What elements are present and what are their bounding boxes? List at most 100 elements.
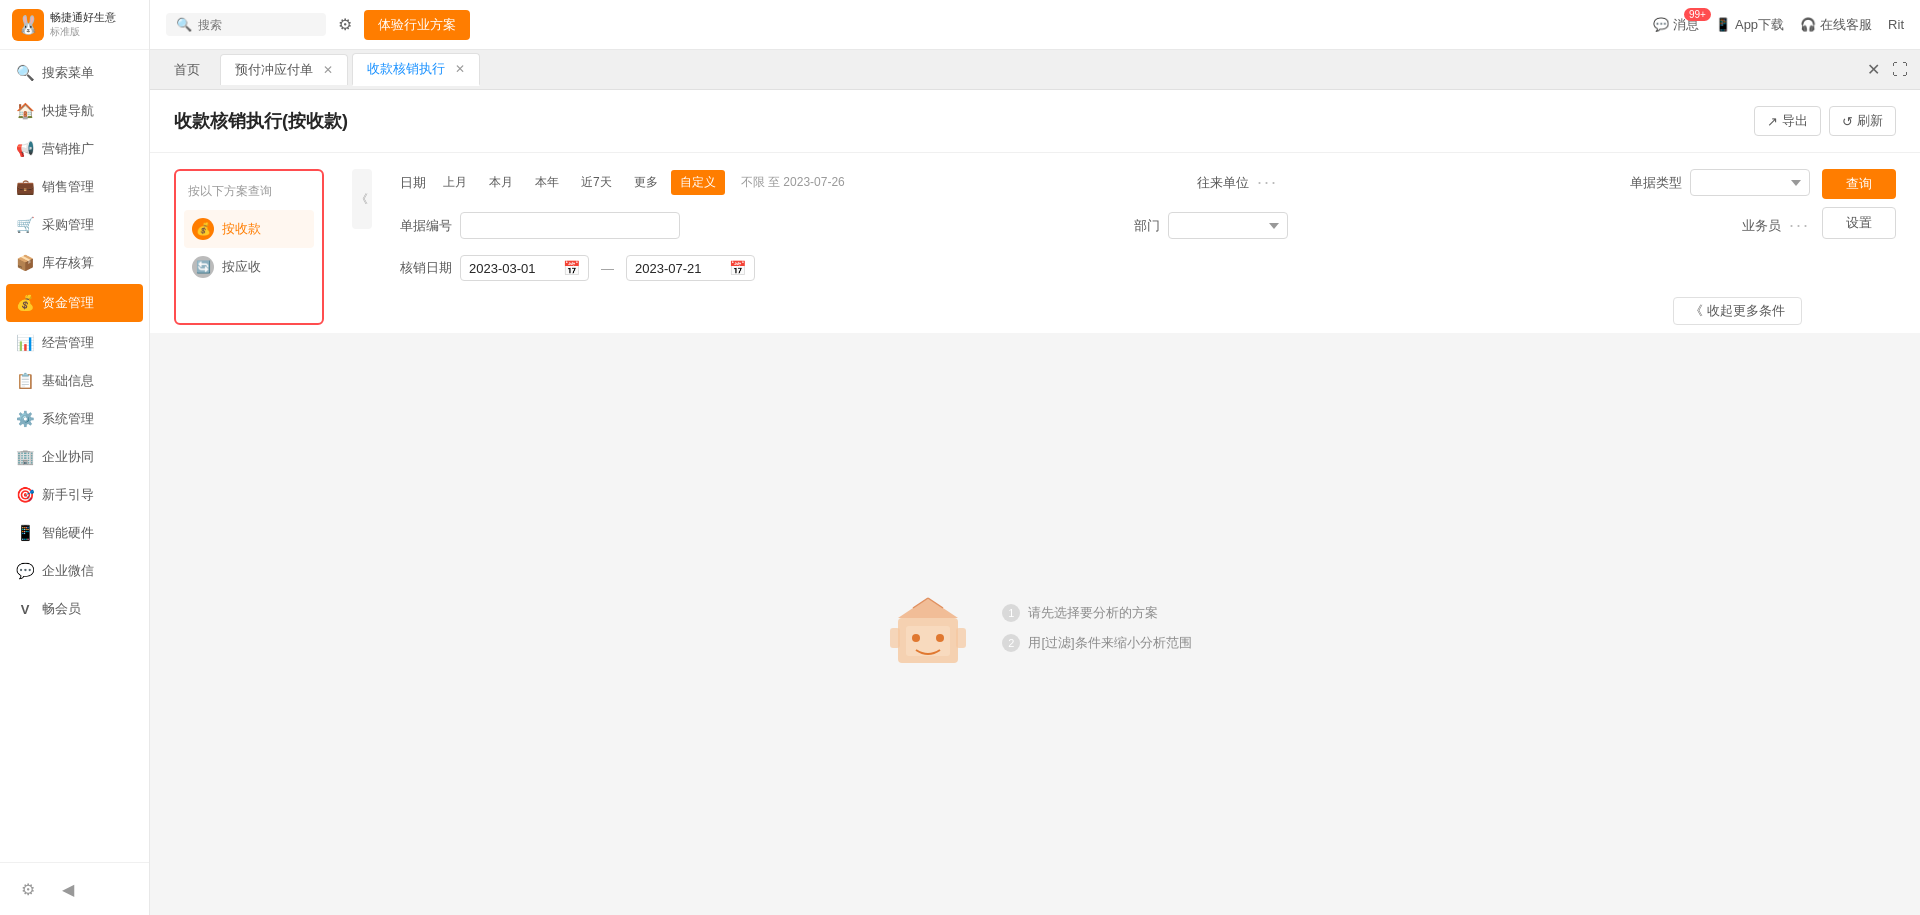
empty-text-block: 1 请先选择要分析的方案 2 用[过滤]条件来缩小分析范围	[1002, 604, 1191, 652]
user-name: Rit	[1888, 17, 1904, 32]
writeoff-date-end-calendar-icon[interactable]: 📅	[729, 260, 746, 276]
receivable-icon: 🔄	[192, 256, 214, 278]
refresh-button[interactable]: ↺ 刷新	[1829, 106, 1896, 136]
app-logo-icon: 🐰	[12, 9, 44, 41]
system-icon: ⚙️	[16, 410, 34, 428]
sidebar-collapse-button[interactable]: ◀	[52, 873, 84, 905]
main-area: 🔍 ⚙ 体验行业方案 💬 消息 99+ 📱 App下载 🎧 在线客服 Rit 首…	[150, 0, 1920, 915]
sidebar-item-sales[interactable]: 💼 销售管理	[0, 168, 149, 206]
purchase-icon: 🛒	[16, 216, 34, 234]
page-header-actions: ↗ 导出 ↺ 刷新	[1754, 106, 1896, 152]
sidebar: 🐰 畅捷通好生意 标准版 🔍 搜索菜单 🏠 快捷导航 📢 营销推广 💼 销售管理…	[0, 0, 150, 915]
sidebar-item-quick-nav[interactable]: 🏠 快捷导航	[0, 92, 149, 130]
topbar-search-input[interactable]	[198, 18, 298, 32]
tab-home[interactable]: 首页	[158, 55, 216, 85]
topbar-search-icon: 🔍	[176, 17, 192, 32]
filter-staff-field: 业务员 ···	[1742, 215, 1810, 236]
sidebar-item-finance[interactable]: 💰 资金管理	[6, 284, 143, 322]
sidebar-item-system[interactable]: ⚙️ 系统管理	[0, 400, 149, 438]
counterparty-dotdot: ···	[1257, 172, 1278, 193]
export-icon: ↗	[1767, 114, 1778, 129]
page-content: 收款核销执行(按收款) ↗ 导出 ↺ 刷新 按以下方案查询 💰 按收款	[150, 90, 1920, 915]
filter-sidebar-title: 按以下方案查询	[184, 183, 314, 200]
topbar-search-wrap: 🔍	[166, 13, 326, 36]
doc-no-input[interactable]	[460, 212, 680, 239]
filter-option-by-receivable[interactable]: 🔄 按应收	[184, 248, 314, 286]
collapse-more-button[interactable]: 《 收起更多条件	[1673, 297, 1802, 325]
svg-rect-1	[906, 626, 950, 656]
empty-text-item-1: 1 请先选择要分析的方案	[1002, 604, 1191, 622]
tab-close-all-button[interactable]: ✕	[1863, 56, 1884, 83]
sidebar-settings-button[interactable]: ⚙	[12, 873, 44, 905]
sidebar-item-marketing[interactable]: 📢 营销推广	[0, 130, 149, 168]
date-this-month-button[interactable]: 本月	[480, 170, 522, 195]
sidebar-logo: 🐰 畅捷通好生意 标准版	[0, 0, 149, 50]
app-download-button[interactable]: 📱 App下载	[1715, 16, 1784, 34]
writeoff-date-start-wrap: 📅	[460, 255, 589, 281]
query-button[interactable]: 查询	[1822, 169, 1896, 199]
sidebar-item-hardware[interactable]: 📱 智能硬件	[0, 514, 149, 552]
collapse-icon: 《	[1690, 302, 1703, 320]
export-button[interactable]: ↗ 导出	[1754, 106, 1821, 136]
date-last-7days-button[interactable]: 近7天	[572, 170, 621, 195]
filter-option-by-receipt[interactable]: 💰 按收款	[184, 210, 314, 248]
online-service-button[interactable]: 🎧 在线客服	[1800, 16, 1872, 34]
tab-writeoff-close[interactable]: ✕	[455, 62, 465, 76]
date-this-year-button[interactable]: 本年	[526, 170, 568, 195]
sidebar-item-enterprise[interactable]: 🏢 企业协同	[0, 438, 149, 476]
app-name: 畅捷通好生意 标准版	[50, 10, 116, 38]
collapse-more-row: 《 收起更多条件	[400, 297, 1810, 325]
filter-doc-no-field: 单据编号	[400, 212, 680, 239]
sidebar-item-inventory[interactable]: 📦 库存核算	[0, 244, 149, 282]
sidebar-bottom: ⚙ ◀	[0, 862, 149, 915]
topbar-gear-icon[interactable]: ⚙	[338, 15, 352, 34]
filter-counterparty-field: 往来单位 ···	[1197, 172, 1278, 193]
topbar: 🔍 ⚙ 体验行业方案 💬 消息 99+ 📱 App下载 🎧 在线客服 Rit	[150, 0, 1920, 50]
sidebar-item-wechat[interactable]: 💬 企业微信	[0, 552, 149, 590]
member-icon: V	[16, 602, 34, 617]
svg-point-2	[912, 634, 920, 642]
tab-prepay-close[interactable]: ✕	[323, 63, 333, 77]
writeoff-date-end-input[interactable]	[635, 261, 725, 276]
filter-dept-field: 部门	[1134, 212, 1288, 239]
marketing-icon: 📢	[16, 140, 34, 158]
filter-action-buttons: 查询 设置	[1822, 169, 1896, 325]
sales-icon: 💼	[16, 178, 34, 196]
tab-writeoff[interactable]: 收款核销执行 ✕	[352, 53, 480, 86]
filter-area: 按以下方案查询 💰 按收款 🔄 按应收 《 日期	[150, 153, 1920, 333]
message-button[interactable]: 💬 消息 99+	[1653, 16, 1699, 34]
sidebar-item-operation[interactable]: 📊 经营管理	[0, 324, 149, 362]
sidebar-item-search[interactable]: 🔍 搜索菜单	[0, 54, 149, 92]
date-last-month-button[interactable]: 上月	[434, 170, 476, 195]
solution-button[interactable]: 体验行业方案	[364, 10, 470, 40]
sidebar-item-guide[interactable]: 🎯 新手引导	[0, 476, 149, 514]
sidebar-item-basic[interactable]: 📋 基础信息	[0, 362, 149, 400]
svg-point-3	[936, 634, 944, 642]
message-badge: 99+	[1684, 8, 1711, 21]
enterprise-icon: 🏢	[16, 448, 34, 466]
wechat-icon: 💬	[16, 562, 34, 580]
date-unlimited-text: 不限 至 2023-07-26	[741, 174, 845, 191]
writeoff-date-start-calendar-icon[interactable]: 📅	[563, 260, 580, 276]
filter-row-2: 单据编号 部门 业务员 ···	[400, 212, 1810, 239]
dept-select[interactable]	[1168, 212, 1288, 239]
setting-button[interactable]: 设置	[1822, 207, 1896, 239]
sidebar-nav: 🔍 搜索菜单 🏠 快捷导航 📢 营销推广 💼 销售管理 🛒 采购管理 📦 库存核…	[0, 50, 149, 862]
sidebar-item-purchase[interactable]: 🛒 采购管理	[0, 206, 149, 244]
tab-fullscreen-button[interactable]: ⛶	[1888, 57, 1912, 83]
date-more-button[interactable]: 更多	[625, 170, 667, 195]
home-icon: 🏠	[16, 102, 34, 120]
sidebar-item-member[interactable]: V 畅会员	[0, 590, 149, 628]
divider	[150, 333, 1920, 341]
filter-sidebar: 按以下方案查询 💰 按收款 🔄 按应收	[174, 169, 324, 325]
guide-icon: 🎯	[16, 486, 34, 504]
writeoff-date-start-input[interactable]	[469, 261, 559, 276]
svg-rect-4	[890, 628, 900, 648]
date-custom-button[interactable]: 自定义	[671, 170, 725, 195]
filter-collapse-button[interactable]: 《	[352, 169, 372, 229]
doc-type-select[interactable]	[1690, 169, 1810, 196]
filter-row-3: 核销日期 📅 — 📅	[400, 255, 1810, 281]
collapse-arrow-icon: 《	[356, 191, 368, 208]
tab-prepay[interactable]: 预付冲应付单 ✕	[220, 54, 348, 85]
page-header: 收款核销执行(按收款) ↗ 导出 ↺ 刷新	[150, 90, 1920, 153]
